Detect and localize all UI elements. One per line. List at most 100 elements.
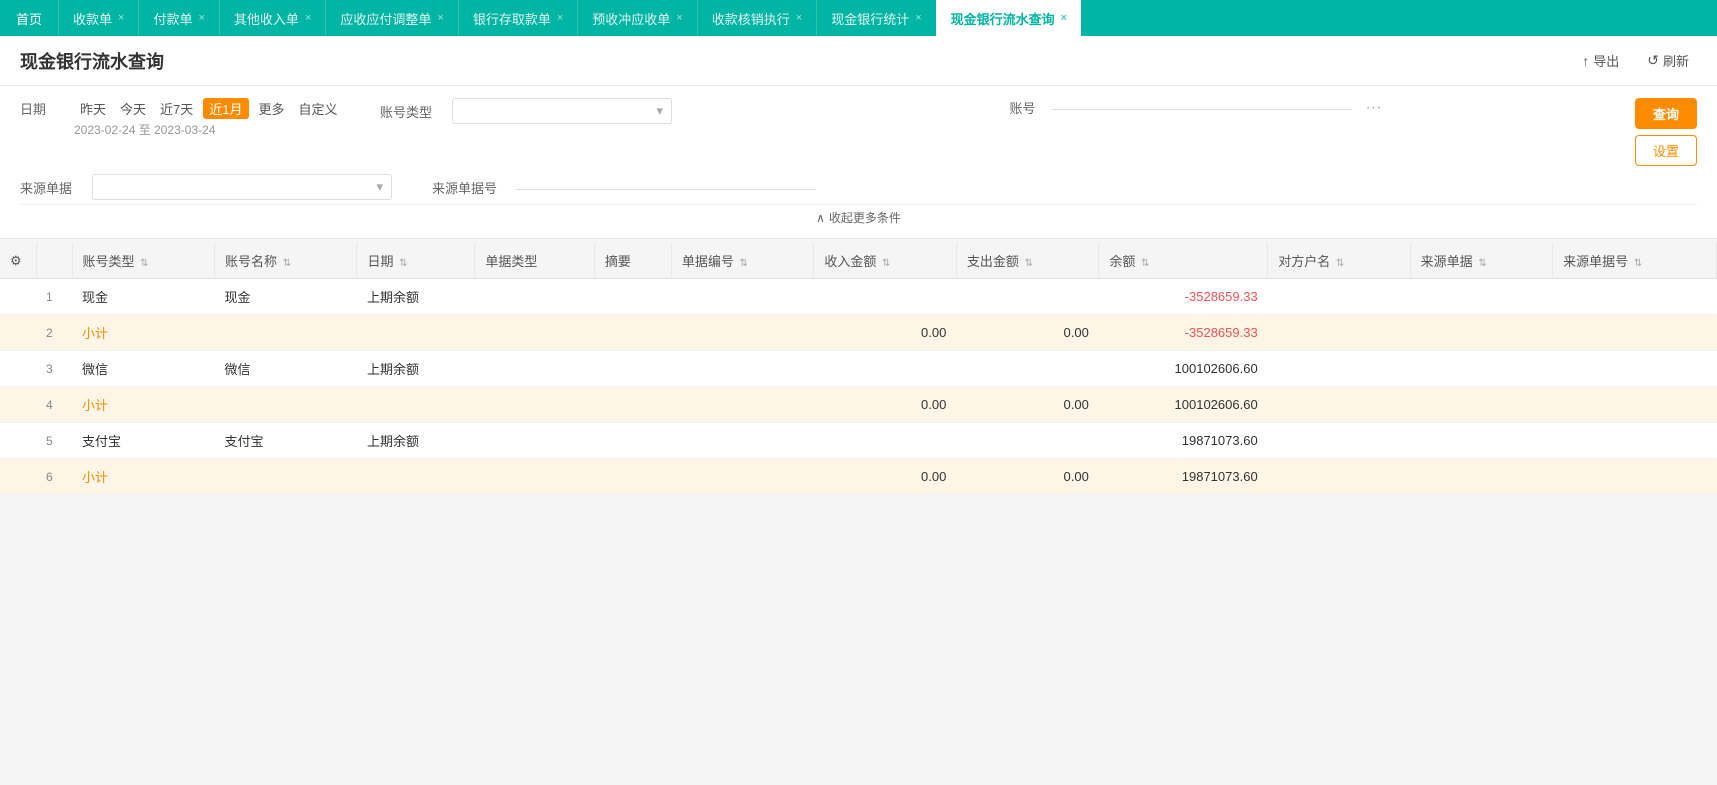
shortcut-more[interactable]: 更多 — [255, 98, 289, 119]
row-income — [814, 423, 956, 459]
close-tab-liushui-icon[interactable]: × — [1061, 12, 1067, 24]
nav-tab-shoukuanxiaosao[interactable]: 收款核销执行 × — [697, 0, 816, 36]
source-doc-num-label: 来源单据号 — [432, 178, 500, 197]
shortcut-yesterday[interactable]: 昨天 — [76, 98, 110, 119]
row-account-type: 小计 — [72, 315, 214, 351]
query-button[interactable]: 查询 — [1635, 98, 1697, 129]
table-row[interactable]: 5 支付宝 支付宝 上期余额 19871073.60 — [0, 423, 1717, 459]
collapse-filter-button[interactable]: ∧ 收起更多条件 — [20, 204, 1697, 230]
row-counterparty — [1268, 387, 1410, 423]
close-tab-shoukuan-icon[interactable]: × — [118, 12, 124, 24]
row-doc-type — [475, 459, 595, 495]
row-source-doc — [1410, 315, 1552, 351]
refresh-button[interactable]: ↺ 刷新 — [1639, 47, 1697, 74]
col-source-doc[interactable]: 来源单据 ⇅ — [1410, 243, 1552, 279]
col-source-doc-no[interactable]: 来源单据号 ⇅ — [1553, 243, 1717, 279]
close-tab-qitashouru-icon[interactable]: × — [305, 12, 311, 24]
data-table: ⚙ 账号类型 ⇅ 账号名称 ⇅ 日期 ⇅ 单据类型 — [0, 243, 1717, 495]
collapse-icon: ∧ — [816, 211, 825, 225]
export-button[interactable]: ↑ 导出 — [1574, 47, 1627, 74]
export-icon: ↑ — [1582, 53, 1589, 69]
row-account-name — [214, 315, 356, 351]
row-summary — [594, 351, 671, 387]
row-gear-cell — [0, 459, 36, 495]
shortcut-7days[interactable]: 近7天 — [156, 98, 197, 119]
source-doc-num-input[interactable] — [516, 185, 816, 190]
gear-icon[interactable]: ⚙ — [10, 253, 22, 268]
close-tab-xianjinyinhang-icon[interactable]: × — [915, 12, 921, 24]
col-counterparty[interactable]: 对方户名 ⇅ — [1268, 243, 1410, 279]
row-gear-cell — [0, 279, 36, 315]
col-summary: 摘要 — [594, 243, 671, 279]
col-income[interactable]: 收入金额 ⇅ — [814, 243, 956, 279]
nav-tab-fukuan[interactable]: 付款单 × — [138, 0, 218, 36]
source-doc-select[interactable]: ▾ — [92, 174, 392, 200]
nav-tab-shoukuan[interactable]: 收款单 × — [58, 0, 138, 36]
row-doc-no — [671, 459, 813, 495]
close-tab-yushou-icon[interactable]: × — [676, 12, 682, 24]
row-doc-type — [475, 387, 595, 423]
row-income — [814, 351, 956, 387]
row-doc-no — [671, 279, 813, 315]
row-index: 6 — [36, 459, 72, 495]
row-expense — [956, 279, 1098, 315]
page-title: 现金银行流水查询 — [20, 48, 164, 74]
close-tab-yingshouyingfu-icon[interactable]: × — [437, 12, 443, 24]
row-counterparty — [1268, 315, 1410, 351]
close-tab-fukuan-icon[interactable]: × — [198, 12, 204, 24]
row-summary — [594, 387, 671, 423]
date-filter-label: 日期 — [20, 99, 60, 118]
sort-doc-no-icon: ⇅ — [740, 258, 748, 269]
sort-balance-icon: ⇅ — [1141, 258, 1149, 269]
row-source-doc — [1410, 351, 1552, 387]
close-tab-shoukuanxiaosao-icon[interactable]: × — [796, 12, 802, 24]
row-doc-no — [671, 423, 813, 459]
row-gear-cell — [0, 351, 36, 387]
row-source-doc — [1410, 279, 1552, 315]
shortcut-today[interactable]: 今天 — [116, 98, 150, 119]
nav-tab-xianjinyinhang[interactable]: 现金银行统计 × — [816, 0, 935, 36]
nav-tab-yinhangcuqukuan[interactable]: 银行存取款单 × — [458, 0, 577, 36]
col-date[interactable]: 日期 ⇅ — [357, 243, 475, 279]
row-balance: -3528659.33 — [1099, 315, 1268, 351]
row-gear-cell — [0, 387, 36, 423]
account-input[interactable] — [1052, 105, 1352, 110]
col-balance[interactable]: 余额 ⇅ — [1099, 243, 1268, 279]
nav-tab-qitashouru[interactable]: 其他收入单 × — [219, 0, 325, 36]
row-source-doc-no — [1553, 423, 1717, 459]
table-row[interactable]: 4 小计 0.00 0.00 100102606.60 — [0, 387, 1717, 423]
account-more-icon[interactable]: ··· — [1360, 99, 1388, 117]
row-account-type: 现金 — [72, 279, 214, 315]
col-gear[interactable]: ⚙ — [0, 243, 36, 279]
shortcut-custom[interactable]: 自定义 — [295, 98, 342, 119]
close-tab-yinhangcuqukuan-icon[interactable]: × — [557, 12, 563, 24]
date-shortcuts: 昨天 今天 近7天 近1月 更多 自定义 — [76, 98, 342, 119]
row-account-name: 现金 — [214, 279, 356, 315]
row-account-name: 支付宝 — [214, 423, 356, 459]
table-row[interactable]: 3 微信 微信 上期余额 100102606.60 — [0, 351, 1717, 387]
table-row[interactable]: 6 小计 0.00 0.00 19871073.60 — [0, 459, 1717, 495]
row-doc-type — [475, 315, 595, 351]
settings-button[interactable]: 设置 — [1635, 135, 1697, 166]
table-row[interactable]: 2 小计 0.00 0.00 -3528659.33 — [0, 315, 1717, 351]
col-account-name[interactable]: 账号名称 ⇅ — [214, 243, 356, 279]
row-summary — [594, 459, 671, 495]
shortcut-1month[interactable]: 近1月 — [203, 98, 248, 119]
row-expense: 0.00 — [956, 315, 1098, 351]
nav-tab-liushui[interactable]: 现金银行流水查询 × — [936, 0, 1081, 36]
account-type-select[interactable]: ▾ — [452, 98, 672, 124]
row-balance: 19871073.60 — [1099, 423, 1268, 459]
col-doc-no[interactable]: 单据编号 ⇅ — [671, 243, 813, 279]
table-row[interactable]: 1 现金 现金 上期余额 -3528659.33 — [0, 279, 1717, 315]
col-account-type[interactable]: 账号类型 ⇅ — [72, 243, 214, 279]
page-header: 现金银行流水查询 ↑ 导出 ↺ 刷新 — [0, 36, 1717, 86]
nav-home[interactable]: 首页 — [0, 0, 58, 36]
row-gear-cell — [0, 423, 36, 459]
col-expense[interactable]: 支出金额 ⇅ — [956, 243, 1098, 279]
nav-tab-yushou[interactable]: 预收冲应收单 × — [577, 0, 696, 36]
source-doc-chevron-icon: ▾ — [376, 179, 383, 195]
row-counterparty — [1268, 423, 1410, 459]
row-date: 上期余额 — [357, 423, 475, 459]
row-source-doc — [1410, 387, 1552, 423]
nav-tab-yingshouyingfu[interactable]: 应收应付调整单 × — [325, 0, 457, 36]
